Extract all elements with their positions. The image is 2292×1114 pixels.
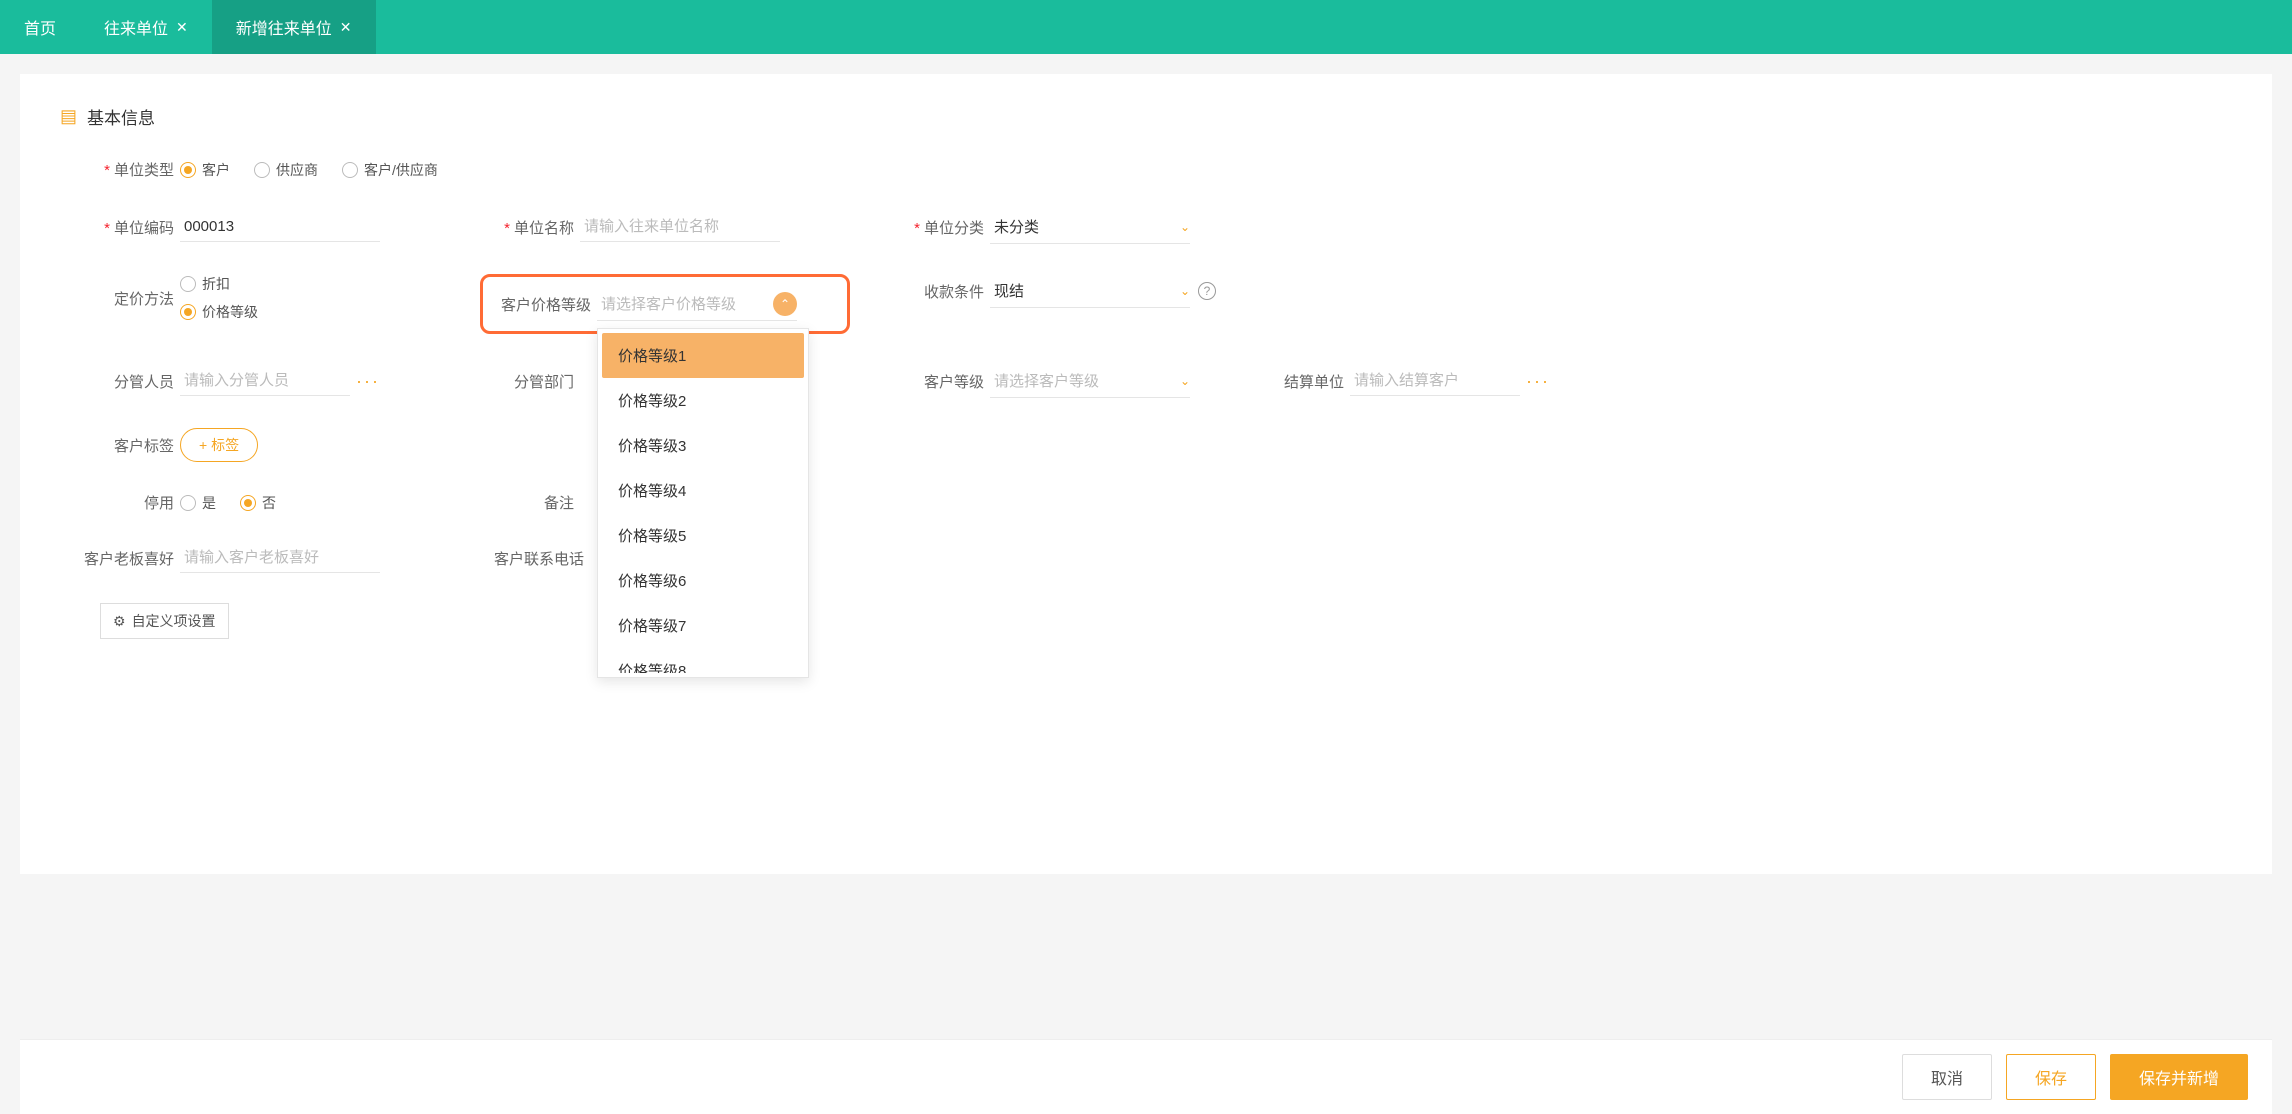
section-title: ▤ 基本信息 (60, 104, 2232, 129)
label-unit-category: *单位分类 (890, 217, 990, 238)
radio-icon (180, 495, 196, 511)
tab-home[interactable]: 首页 (0, 0, 80, 54)
radio-icon (180, 276, 196, 292)
radio-supplier[interactable]: 供应商 (254, 160, 318, 180)
label-disabled: 停用 (60, 492, 180, 513)
help-icon[interactable]: ? (1198, 282, 1216, 300)
footer-bar: 取消 保存 保存并新增 (20, 1039, 2272, 1114)
radio-discount[interactable]: 折扣 (180, 274, 230, 294)
radio-group-pricing: 折扣 价格等级 (180, 274, 258, 322)
radio-icon (342, 162, 358, 178)
radio-icon (180, 304, 196, 320)
settlement-unit-input[interactable] (1350, 366, 1520, 396)
responsible-person-input[interactable] (180, 366, 350, 396)
boss-preference-input[interactable] (180, 543, 380, 573)
page-card: ▤ 基本信息 *单位类型 客户 供应商 客户/供应商 (20, 74, 2272, 874)
cancel-button[interactable]: 取消 (1902, 1054, 1992, 1100)
radio-icon (254, 162, 270, 178)
gear-icon: ⚙ (113, 613, 126, 630)
save-add-button[interactable]: 保存并新增 (2110, 1054, 2248, 1100)
dropdown-item[interactable]: 价格等级3 (602, 423, 804, 468)
label-responsible-person: 分管人员 (60, 371, 180, 392)
radio-price-level[interactable]: 价格等级 (180, 302, 258, 322)
label-customer-level: 客户等级 (890, 371, 990, 392)
label-unit-name: *单位名称 (480, 217, 580, 238)
add-tag-button[interactable]: + 标签 (180, 428, 258, 462)
price-level-highlight: 客户价格等级 请选择客户价格等级 ⌃ 价格等级1价格等级2价格等级3价格等级4价… (480, 274, 850, 334)
radio-no[interactable]: 否 (240, 493, 276, 513)
label-unit-code: *单位编码 (60, 217, 180, 238)
unit-name-input[interactable] (580, 212, 780, 242)
tab-label: 往来单位 (104, 15, 168, 39)
radio-yes[interactable]: 是 (180, 493, 216, 513)
label-responsible-dept: 分管部门 (480, 371, 580, 392)
dropdown-item[interactable]: 价格等级8 (602, 648, 804, 673)
dropdown-item[interactable]: 价格等级2 (602, 378, 804, 423)
custom-fields-button[interactable]: ⚙ 自定义项设置 (100, 603, 229, 639)
radio-group-unit-type: 客户 供应商 客户/供应商 (180, 160, 438, 180)
chevron-up-icon: ⌃ (773, 292, 797, 316)
tab-label: 新增往来单位 (236, 15, 332, 39)
dropdown-item[interactable]: 价格等级4 (602, 468, 804, 513)
dropdown-item[interactable]: 价格等级5 (602, 513, 804, 558)
label-pricing-method: 定价方法 (60, 288, 180, 309)
close-icon[interactable]: ✕ (340, 19, 352, 36)
tab-label: 首页 (24, 15, 56, 39)
label-contact-phone: 客户联系电话 (480, 548, 590, 569)
dropdown-item[interactable]: 价格等级6 (602, 558, 804, 603)
label-boss-preference: 客户老板喜好 (60, 548, 180, 569)
dropdown-item[interactable]: 价格等级7 (602, 603, 804, 648)
radio-both[interactable]: 客户/供应商 (342, 160, 438, 180)
customer-level-select[interactable]: 请选择客户等级 ⌄ (990, 364, 1190, 398)
label-settlement-unit: 结算单位 (1270, 371, 1350, 392)
chevron-down-icon: ⌄ (1180, 220, 1190, 234)
dropdown-item[interactable]: 价格等级1 (602, 333, 804, 378)
price-level-dropdown: 价格等级1价格等级2价格等级3价格等级4价格等级5价格等级6价格等级7价格等级8 (597, 328, 809, 678)
section-title-text: 基本信息 (87, 104, 155, 129)
radio-group-disabled: 是 否 (180, 493, 276, 513)
label-payment-terms: 收款条件 (890, 281, 990, 302)
price-level-select[interactable]: 请选择客户价格等级 ⌃ 价格等级1价格等级2价格等级3价格等级4价格等级5价格等… (597, 287, 797, 321)
tabs-bar: 首页 往来单位 ✕ 新增往来单位 ✕ (0, 0, 2292, 54)
payment-terms-select[interactable]: 现结 ⌄ (990, 274, 1190, 308)
unit-code-input[interactable] (180, 212, 380, 242)
label-remark: 备注 (480, 492, 580, 513)
label-unit-type: *单位类型 (60, 159, 180, 180)
more-icon[interactable]: ··· (356, 371, 380, 392)
chevron-down-icon: ⌄ (1180, 374, 1190, 388)
radio-icon (240, 495, 256, 511)
tab-add[interactable]: 新增往来单位 ✕ (212, 0, 376, 54)
chevron-down-icon: ⌄ (1180, 284, 1190, 298)
label-customer-tag: 客户标签 (60, 435, 180, 456)
close-icon[interactable]: ✕ (176, 19, 188, 36)
more-icon[interactable]: ··· (1526, 371, 1550, 392)
note-icon: ▤ (60, 106, 77, 127)
radio-icon (180, 162, 196, 178)
label-price-level: 客户价格等级 (497, 294, 597, 315)
tab-list[interactable]: 往来单位 ✕ (80, 0, 212, 54)
radio-customer[interactable]: 客户 (180, 160, 230, 180)
save-button[interactable]: 保存 (2006, 1054, 2096, 1100)
unit-category-select[interactable]: 未分类 ⌄ (990, 210, 1190, 244)
